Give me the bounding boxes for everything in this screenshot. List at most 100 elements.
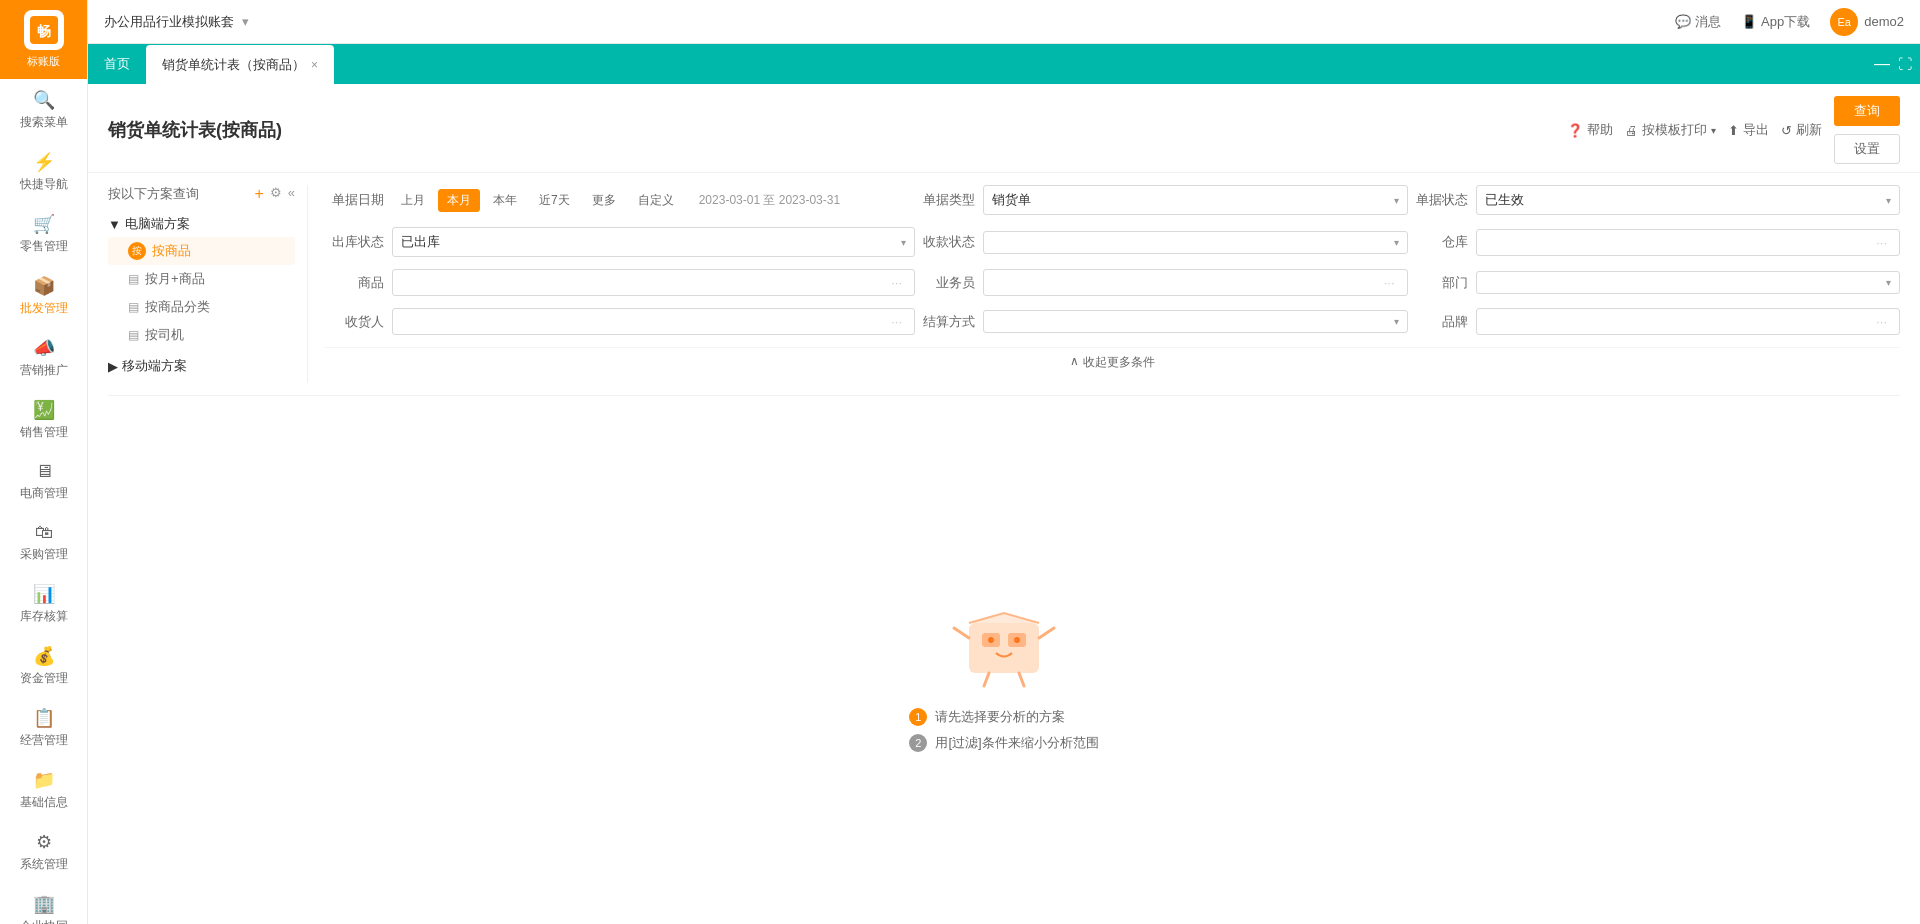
salesperson-dots[interactable]: ···	[1380, 275, 1399, 290]
date-tab-last-month[interactable]: 上月	[392, 189, 434, 212]
tab-home[interactable]: 首页	[88, 44, 146, 84]
date-tab-7days[interactable]: 近7天	[530, 189, 579, 212]
sidebar-label-retail: 零售管理	[20, 238, 68, 255]
hint-text-1: 请先选择要分析的方案	[935, 708, 1065, 726]
minimize-icon[interactable]: —	[1874, 55, 1890, 73]
sidebar-item-wholesale[interactable]: 📦 批发管理	[0, 265, 87, 327]
collapse-bar[interactable]: ∧ 收起更多条件	[324, 347, 1900, 377]
tab-close-icon[interactable]: ×	[311, 58, 318, 72]
page-content: 销货单统计表(按商品) ❓ 帮助 🖨 按模板打印 ▾ ⬆ 导出 ↺ 刷新	[88, 84, 1920, 924]
date-tab-custom[interactable]: 自定义	[629, 189, 683, 212]
filter-row-1: 单据日期 上月 本月 本年 近7天 更多 自定义 2023-03-01 至 20…	[324, 185, 1900, 215]
scheme-group-pc-title[interactable]: ▼ 电脑端方案	[108, 211, 295, 237]
print-btn[interactable]: 🖨 按模板打印 ▾	[1625, 121, 1716, 139]
sidebar-item-ops[interactable]: 📋 经营管理	[0, 697, 87, 759]
sidebar-item-ecommerce[interactable]: 🖥 电商管理	[0, 451, 87, 512]
scheme-group-mobile-label: 移动端方案	[122, 357, 187, 375]
tab-bar: 首页 销货单统计表（按商品） × — ⛶	[88, 44, 1920, 84]
message-btn[interactable]: 💬 消息	[1675, 13, 1721, 31]
department-select[interactable]: ▾	[1476, 271, 1901, 294]
payment-status-dropdown-icon: ▾	[1394, 237, 1399, 248]
sidebar-item-quick-nav[interactable]: ⚡ 快捷导航	[0, 141, 87, 203]
warehouse2-dots[interactable]: ···	[1872, 235, 1891, 250]
sidebar-item-base[interactable]: 📁 基础信息	[0, 759, 87, 821]
date-tab-this-year[interactable]: 本年	[484, 189, 526, 212]
doc-type-select[interactable]: 销货单 ▾	[983, 185, 1408, 215]
date-tab-this-month[interactable]: 本月	[438, 189, 480, 212]
filter-row-4: 收货人 ··· 结算方式 ▾ 品牌	[324, 308, 1900, 335]
dropdown-arrow-icon[interactable]: ▾	[242, 14, 249, 29]
sidebar-label-finance: 资金管理	[20, 670, 68, 687]
filter-form: 单据日期 上月 本月 本年 近7天 更多 自定义 2023-03-01 至 20…	[308, 185, 1900, 383]
empty-hint-2: 2 用[过滤]条件来缩小分析范围	[909, 734, 1098, 752]
scheme-item-by-month-product[interactable]: ▤ 按月+商品	[108, 265, 295, 293]
sidebar-label-quick-nav: 快捷导航	[20, 176, 68, 193]
payment-status-field: 收款状态 ▾	[915, 231, 1408, 254]
settlement-select[interactable]: ▾	[983, 310, 1408, 333]
export-icon: ⬆	[1728, 123, 1739, 138]
doc-status-label: 单据状态	[1408, 191, 1468, 209]
sidebar-logo: 畅 标账版	[0, 0, 87, 79]
help-icon: ❓	[1567, 123, 1583, 138]
refresh-btn[interactable]: ↺ 刷新	[1781, 121, 1822, 139]
sidebar-item-finance[interactable]: 💰 资金管理	[0, 635, 87, 697]
receiver-input[interactable]: ···	[392, 308, 915, 335]
maximize-icon[interactable]: ⛶	[1898, 56, 1912, 72]
setting-button[interactable]: 设置	[1834, 134, 1900, 164]
export-btn[interactable]: ⬆ 导出	[1728, 121, 1769, 139]
refresh-icon: ↺	[1781, 123, 1792, 138]
receiver-dots[interactable]: ···	[887, 314, 906, 329]
tab-sales-stat[interactable]: 销货单统计表（按商品） ×	[146, 45, 334, 85]
page-actions: ❓ 帮助 🖨 按模板打印 ▾ ⬆ 导出 ↺ 刷新 查询	[1567, 96, 1900, 164]
sidebar-item-system[interactable]: ⚙ 系统管理	[0, 821, 87, 883]
product-dots[interactable]: ···	[887, 275, 906, 290]
sidebar-item-sales[interactable]: 💹 销售管理	[0, 389, 87, 451]
scheme-group-mobile-arrow-icon: ▶	[108, 359, 118, 374]
topbar-right: 💬 消息 📱 App下载 Ea demo2	[1675, 8, 1904, 36]
hint-num-2: 2	[909, 734, 927, 752]
filter-area: 按以下方案查询 + ⚙ « ▼ 电脑端方案 按 按商品	[88, 173, 1920, 395]
scheme-item-by-product[interactable]: 按 按商品	[108, 237, 295, 265]
department-field: 部门 ▾	[1408, 271, 1901, 294]
sidebar-label-wholesale: 批发管理	[20, 300, 68, 317]
payment-status-label: 收款状态	[915, 233, 975, 251]
warehouse2-input[interactable]: ···	[1476, 229, 1901, 256]
sidebar-item-inventory[interactable]: 📊 库存核算	[0, 573, 87, 635]
main-area: 办公用品行业模拟账套 ▾ 💬 消息 📱 App下载 Ea demo2 首页	[88, 0, 1920, 924]
svg-point-5	[988, 637, 994, 643]
help-btn[interactable]: ❓ 帮助	[1567, 121, 1613, 139]
date-field: 单据日期 上月 本月 本年 近7天 更多 自定义 2023-03-01 至 20…	[324, 189, 915, 212]
scheme-item-by-driver[interactable]: ▤ 按司机	[108, 321, 295, 349]
tab-sales-stat-label: 销货单统计表（按商品）	[162, 56, 305, 74]
scheme-collapse-icon[interactable]: «	[288, 185, 295, 203]
tab-home-label: 首页	[104, 55, 130, 73]
payment-status-select[interactable]: ▾	[983, 231, 1408, 254]
sidebar-nav: 🔍 搜索菜单 ⚡ 快捷导航 🛒 零售管理 📦 批发管理 📣 营销推广 💹 销售管…	[0, 79, 87, 924]
sidebar-item-retail[interactable]: 🛒 零售管理	[0, 203, 87, 265]
sidebar-icon-system: ⚙	[36, 831, 52, 853]
scheme-item-by-category[interactable]: ▤ 按商品分类	[108, 293, 295, 321]
date-tab-more[interactable]: 更多	[583, 189, 625, 212]
sidebar-item-enterprise[interactable]: 🏢 企业协同	[0, 883, 87, 924]
brand-dots[interactable]: ···	[1872, 314, 1891, 329]
sidebar-label-base: 基础信息	[20, 794, 68, 811]
brand-input[interactable]: ···	[1476, 308, 1901, 335]
sidebar-item-search[interactable]: 🔍 搜索菜单	[0, 79, 87, 141]
user-info[interactable]: Ea demo2	[1830, 8, 1904, 36]
sidebar-item-marketing[interactable]: 📣 营销推广	[0, 327, 87, 389]
svg-point-6	[1014, 637, 1020, 643]
salesperson-input[interactable]: ···	[983, 269, 1408, 296]
collapse-label: 收起更多条件	[1083, 354, 1155, 371]
receiver-label: 收货人	[324, 313, 384, 331]
warehouse-status-select[interactable]: 已出库 ▾	[392, 227, 915, 257]
sidebar-icon-purchase: 🛍	[35, 522, 53, 543]
doc-status-select[interactable]: 已生效 ▾	[1476, 185, 1901, 215]
query-button[interactable]: 查询	[1834, 96, 1900, 126]
sidebar-item-purchase[interactable]: 🛍 采购管理	[0, 512, 87, 573]
sidebar-icon-retail: 🛒	[33, 213, 55, 235]
scheme-setting-icon[interactable]: ⚙	[270, 185, 282, 203]
app-download-btn[interactable]: 📱 App下载	[1741, 13, 1810, 31]
scheme-add-btn[interactable]: +	[254, 185, 263, 203]
scheme-group-mobile-title[interactable]: ▶ 移动端方案	[108, 353, 295, 379]
product-input[interactable]: ···	[392, 269, 915, 296]
